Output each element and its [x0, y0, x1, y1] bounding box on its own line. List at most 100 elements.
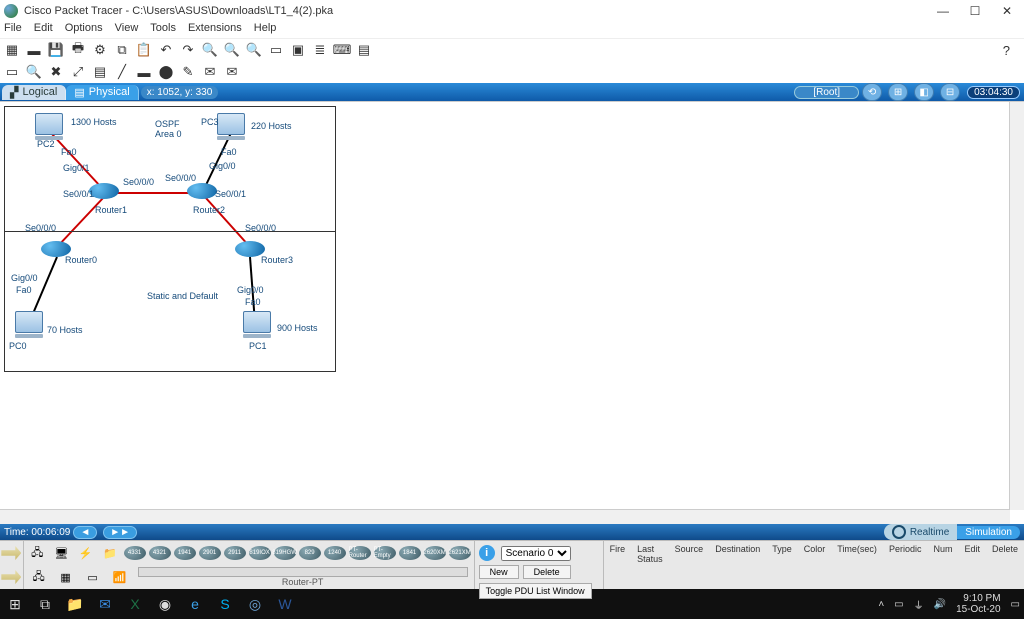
info-icon[interactable]: i: [479, 545, 495, 561]
task-view-icon[interactable]: ⧉: [34, 593, 56, 615]
dialog-icon[interactable]: ▣: [290, 42, 306, 58]
dev-0[interactable]: 4331: [124, 543, 146, 563]
undo-icon[interactable]: ↶: [158, 42, 174, 58]
tray-wifi-icon[interactable]: ⏚: [914, 597, 924, 612]
open-icon[interactable]: ▬: [26, 42, 42, 58]
tab-logical[interactable]: ▞ Logical: [2, 85, 66, 100]
dev-1[interactable]: 4321: [149, 543, 171, 563]
save-icon[interactable]: 💾: [48, 42, 64, 58]
dev-2[interactable]: 1941: [174, 543, 196, 563]
complex-pdu-tool[interactable]: [1, 570, 21, 584]
cat-routers[interactable]: 🖧: [27, 567, 51, 587]
menu-file[interactable]: File: [4, 22, 22, 38]
print-icon[interactable]: 🖶: [70, 42, 86, 58]
simple-pdu-icon[interactable]: ✉: [202, 64, 218, 80]
dev-9[interactable]: PT-Router: [349, 543, 371, 563]
cat-end[interactable]: 🖥: [51, 543, 72, 563]
packet-tracer-taskbar-icon[interactable]: ◎: [244, 593, 266, 615]
topology-canvas[interactable]: PC2 1300 Hosts PC3 220 Hosts OSPF Area 0…: [4, 106, 336, 372]
paste-icon[interactable]: 📋: [136, 42, 152, 58]
cat-switches[interactable]: ▦: [54, 567, 78, 587]
menu-tools[interactable]: Tools: [150, 22, 176, 38]
select-icon[interactable]: ▭: [4, 64, 20, 80]
horizontal-scrollbar[interactable]: [0, 509, 1010, 524]
cat-hubs[interactable]: ▭: [81, 567, 105, 587]
dev-4[interactable]: 2911: [224, 543, 246, 563]
zoom-reset-icon[interactable]: 🔍: [224, 42, 240, 58]
word-icon[interactable]: W: [274, 593, 296, 615]
delete-scenario-button[interactable]: Delete: [523, 565, 571, 579]
dev-5[interactable]: 819IOX: [249, 543, 271, 563]
dev-8[interactable]: 1240: [324, 543, 346, 563]
nav-btn-4[interactable]: ⊟: [940, 83, 960, 101]
nav-btn-1[interactable]: ⟲: [862, 83, 882, 101]
note-icon[interactable]: ▤: [92, 64, 108, 80]
pencil-icon[interactable]: ✎: [180, 64, 196, 80]
play-back-button[interactable]: ◄: [73, 526, 97, 539]
device-pc3[interactable]: [217, 113, 245, 140]
keyboard-icon[interactable]: ⌨: [334, 42, 350, 58]
menu-extensions[interactable]: Extensions: [188, 22, 242, 38]
start-button[interactable]: ⊞: [4, 593, 26, 615]
device-router2[interactable]: [187, 183, 217, 199]
root-nav[interactable]: [Root]: [794, 86, 859, 99]
zoom-out-icon[interactable]: 🔍: [246, 42, 262, 58]
screen-icon[interactable]: ▤: [356, 42, 372, 58]
file-explorer-icon[interactable]: 📁: [64, 593, 86, 615]
close-button[interactable]: ✕: [1000, 4, 1014, 18]
nav-btn-2[interactable]: ⊞: [888, 83, 908, 101]
dev-7[interactable]: 829: [299, 543, 321, 563]
notes-icon[interactable]: ≣: [312, 42, 328, 58]
scenario-select[interactable]: Scenario 0: [501, 546, 571, 561]
tray-notifications-icon[interactable]: ▭: [1011, 599, 1020, 610]
cat-wireless[interactable]: 📶: [108, 567, 132, 587]
excel-icon[interactable]: X: [124, 593, 146, 615]
copy-icon[interactable]: ⧉: [114, 42, 130, 58]
menu-help[interactable]: Help: [254, 22, 277, 38]
toggle-pdu-list-button[interactable]: Toggle PDU List Window: [479, 583, 592, 599]
dev-10[interactable]: PT-Empty: [374, 543, 396, 563]
maximize-button[interactable]: ☐: [968, 4, 982, 18]
zoom-in-icon[interactable]: 🔍: [202, 42, 218, 58]
tab-realtime[interactable]: Realtime: [884, 524, 957, 540]
simple-pdu-tool[interactable]: [1, 546, 21, 560]
cat-network[interactable]: 🖧: [27, 543, 48, 563]
workspace[interactable]: PC2 1300 Hosts PC3 220 Hosts OSPF Area 0…: [0, 101, 1024, 524]
menu-view[interactable]: View: [115, 22, 139, 38]
chrome-icon[interactable]: ◉: [154, 593, 176, 615]
dev-6[interactable]: 819HGW: [274, 543, 296, 563]
dev-13[interactable]: 2621XM: [449, 543, 471, 563]
tray-up-icon[interactable]: ˄: [878, 599, 884, 610]
menu-edit[interactable]: Edit: [34, 22, 53, 38]
inspect-icon[interactable]: 🔍: [26, 64, 42, 80]
play-fwd-button[interactable]: ►►: [103, 526, 137, 539]
edge-icon[interactable]: e: [184, 593, 206, 615]
help-icon[interactable]: ?: [1003, 43, 1010, 58]
rect-icon[interactable]: ▬: [136, 64, 152, 80]
tab-simulation[interactable]: Simulation: [957, 526, 1020, 539]
new-scenario-button[interactable]: New: [479, 565, 519, 579]
device-pc0[interactable]: [15, 311, 43, 338]
cat-connections[interactable]: 📁: [99, 543, 120, 563]
cat-components[interactable]: ⚡: [75, 543, 96, 563]
nav-btn-3[interactable]: ◧: [914, 83, 934, 101]
vertical-scrollbar[interactable]: [1009, 102, 1024, 510]
resize-icon[interactable]: ⤢: [70, 64, 86, 80]
tab-physical[interactable]: ▤ Physical: [66, 85, 138, 100]
delete-icon[interactable]: ✖: [48, 64, 64, 80]
dev-3[interactable]: 2901: [199, 543, 221, 563]
wizard-icon[interactable]: ⚙: [92, 42, 108, 58]
ellipse-icon[interactable]: ⬤: [158, 64, 174, 80]
mail-icon[interactable]: ✉: [94, 593, 116, 615]
line-icon[interactable]: ╱: [114, 64, 130, 80]
tray-volume-icon[interactable]: 🔊: [934, 599, 946, 610]
minimize-button[interactable]: —: [936, 4, 950, 18]
tray-battery-icon[interactable]: ▭: [894, 599, 903, 610]
dev-11[interactable]: 1841: [399, 543, 421, 563]
redo-icon[interactable]: ↷: [180, 42, 196, 58]
device-pc2[interactable]: [35, 113, 63, 140]
tray-clock[interactable]: 9:10 PM15-Oct-20: [956, 593, 1000, 615]
skype-icon[interactable]: S: [214, 593, 236, 615]
device-pc1[interactable]: [243, 311, 271, 338]
complex-pdu-icon[interactable]: ✉: [224, 64, 240, 80]
